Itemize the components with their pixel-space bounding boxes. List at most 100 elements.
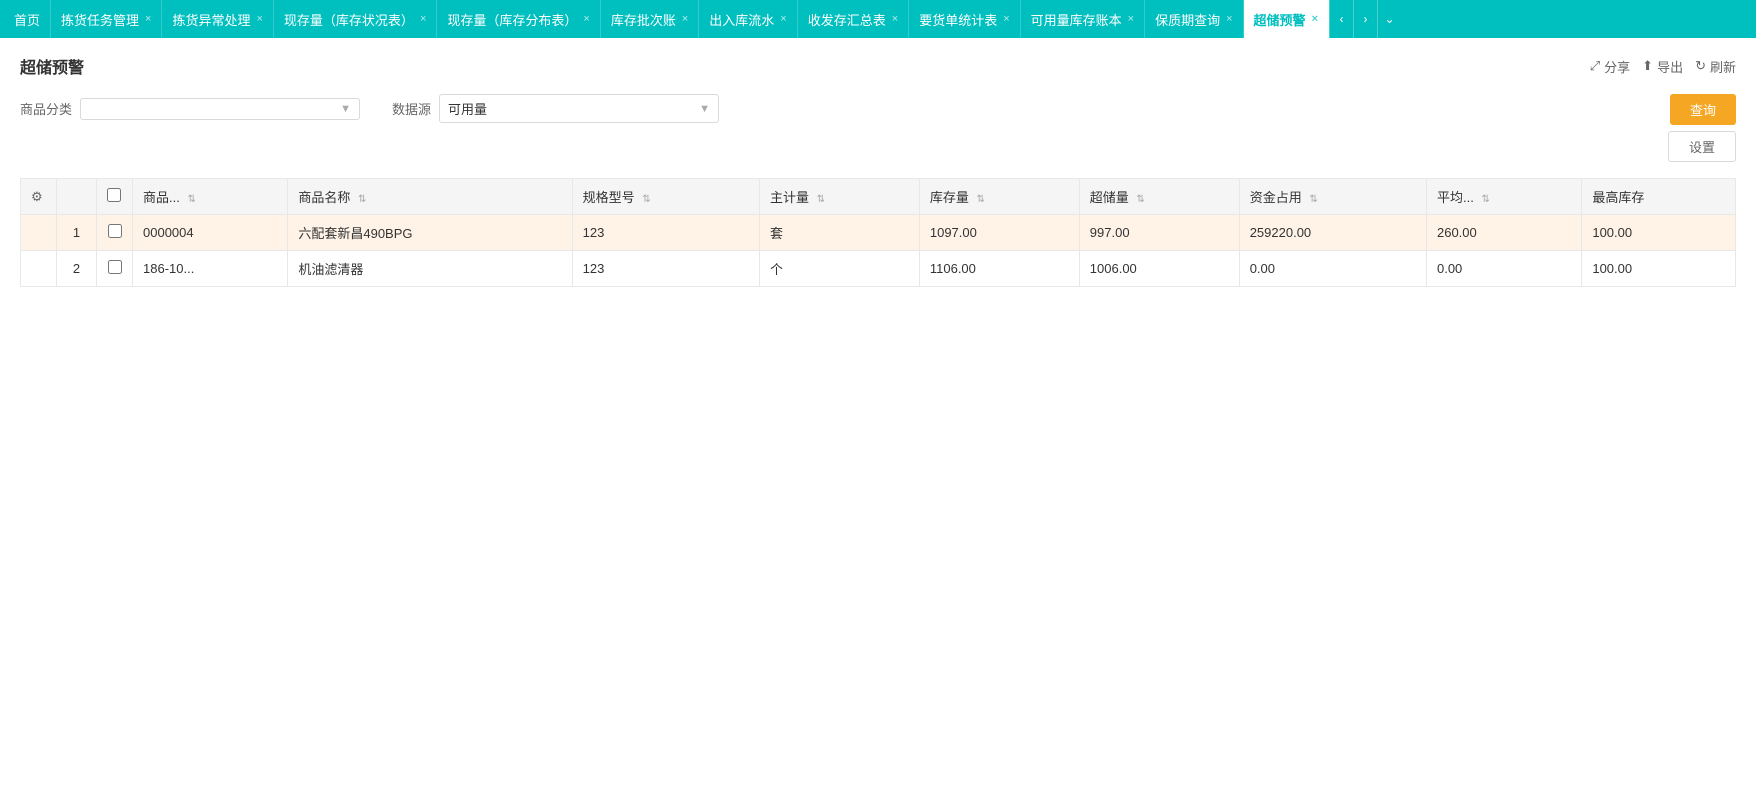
tab-stock-status[interactable]: 现存量（库存状况表） × [274, 0, 437, 38]
product-category-filter: 商品分类 ▼ [20, 98, 360, 120]
row-max-stock-0: 100.00 [1582, 215, 1736, 251]
product-category-label: 商品分类 [20, 99, 72, 118]
col-header-spec[interactable]: 规格型号 ⇅ [572, 179, 759, 215]
row-over-stock-1: 1006.00 [1079, 251, 1239, 287]
data-source-label: 数据源 [392, 99, 431, 118]
row-spec-0: 123 [572, 215, 759, 251]
tab-available-stock[interactable]: 可用量库存账本 × [1021, 0, 1145, 38]
tab-quality-period[interactable]: 保质期查询 × [1145, 0, 1243, 38]
row-seq-1: 2 [57, 251, 97, 287]
row-capital-use-0: 259220.00 [1239, 215, 1426, 251]
col-header-avg[interactable]: 平均... ⇅ [1426, 179, 1581, 215]
refresh-icon: ↻ [1695, 58, 1706, 74]
row-checkbox-1[interactable] [108, 260, 122, 274]
export-icon: ⬆ [1642, 58, 1653, 74]
close-tab-stock-status[interactable]: × [420, 13, 426, 25]
gear-icon[interactable]: ⚙ [31, 189, 43, 204]
tab-in-out-flow[interactable]: 出入库流水 × [699, 0, 797, 38]
close-tab-stock-dist[interactable]: × [583, 13, 589, 25]
top-navigation: 首页 拣货任务管理 × 拣货异常处理 × 现存量（库存状况表） × 现存量（库存… [0, 0, 1756, 38]
row-avg-1: 0.00 [1426, 251, 1581, 287]
close-tab-order-stat[interactable]: × [1003, 13, 1009, 25]
filter-section: 商品分类 ▼ 数据源 可用量 ▼ 查询 设置 [20, 94, 1736, 162]
close-tab-in-out-flow[interactable]: × [780, 13, 786, 25]
tab-collect-summary[interactable]: 收发存汇总表 × [798, 0, 909, 38]
sort-icon-product-code: ⇅ [187, 194, 195, 205]
col-header-unit[interactable]: 主计量 ⇅ [759, 179, 919, 215]
filter-action-buttons: 查询 设置 [1668, 94, 1736, 162]
settings-button[interactable]: 设置 [1668, 131, 1736, 162]
page-content: 超储预警 ⤢ 分享 ⬆ 导出 ↻ 刷新 商品分类 ▼ [0, 38, 1756, 800]
col-header-capital-use[interactable]: 资金占用 ⇅ [1239, 179, 1426, 215]
refresh-button[interactable]: ↻ 刷新 [1695, 57, 1736, 76]
sort-icon-spec: ⇅ [642, 194, 650, 205]
row-unit-0: 套 [759, 215, 919, 251]
data-source-select[interactable]: 可用量 ▼ [439, 94, 719, 123]
col-header-check [97, 179, 133, 215]
tab-pick-exception[interactable]: 拣货异常处理 × [162, 0, 273, 38]
page-header: 超储预警 ⤢ 分享 ⬆ 导出 ↻ 刷新 [20, 54, 1736, 78]
data-table: ⚙ 商品... ⇅ 商品名称 ⇅ 规格型号 ⇅ [20, 178, 1736, 287]
row-stock-0: 1097.00 [919, 215, 1079, 251]
close-tab-collect-summary[interactable]: × [892, 13, 898, 25]
col-header-product-name[interactable]: 商品名称 ⇅ [288, 179, 572, 215]
export-button[interactable]: ⬆ 导出 [1642, 57, 1683, 76]
row-setting-1 [21, 251, 57, 287]
header-actions: ⤢ 分享 ⬆ 导出 ↻ 刷新 [1590, 57, 1736, 76]
table-body: 1 0000004 六配套新昌490BPG 123 套 1097.00 997.… [21, 215, 1736, 287]
col-header-product-code[interactable]: 商品... ⇅ [133, 179, 288, 215]
row-checkbox-0[interactable] [108, 224, 122, 238]
row-check-0 [97, 215, 133, 251]
sort-icon-over-stock: ⇅ [1136, 194, 1144, 205]
col-header-stock[interactable]: 库存量 ⇅ [919, 179, 1079, 215]
data-source-value: 可用量 [448, 99, 487, 118]
close-tab-pick-task[interactable]: × [145, 13, 151, 25]
row-product-code-1: 186-10... [133, 251, 288, 287]
row-spec-1: 123 [572, 251, 759, 287]
tab-batch-account[interactable]: 库存批次账 × [601, 0, 699, 38]
product-category-select[interactable]: ▼ [80, 98, 360, 120]
tab-order-stat[interactable]: 要货单统计表 × [909, 0, 1020, 38]
close-tab-pick-exception[interactable]: × [256, 13, 262, 25]
sort-icon-avg: ⇅ [1481, 194, 1489, 205]
row-product-name-1: 机油滤清器 [288, 251, 572, 287]
nav-arrow-down[interactable]: ⌄ [1377, 0, 1401, 38]
share-button[interactable]: ⤢ 分享 [1590, 57, 1630, 76]
tab-home[interactable]: 首页 [4, 0, 51, 38]
col-header-max-stock[interactable]: 最高库存 [1582, 179, 1736, 215]
table-row: 2 186-10... 机油滤清器 123 个 1106.00 1006.00 … [21, 251, 1736, 287]
row-setting-0 [21, 215, 57, 251]
query-button[interactable]: 查询 [1670, 94, 1736, 125]
col-header-over-stock[interactable]: 超储量 ⇅ [1079, 179, 1239, 215]
close-tab-batch-account[interactable]: × [682, 13, 688, 25]
tab-pick-task[interactable]: 拣货任务管理 × [51, 0, 162, 38]
row-stock-1: 1106.00 [919, 251, 1079, 287]
data-source-chevron: ▼ [699, 103, 710, 115]
sort-icon-product-name: ⇅ [358, 194, 366, 205]
row-max-stock-1: 100.00 [1582, 251, 1736, 287]
nav-arrow-right[interactable]: › [1353, 0, 1377, 38]
row-check-1 [97, 251, 133, 287]
close-tab-overstock-warning[interactable]: × [1312, 13, 1318, 25]
row-over-stock-0: 997.00 [1079, 215, 1239, 251]
tab-stock-dist[interactable]: 现存量（库存分布表） × [437, 0, 600, 38]
filter-inputs: 商品分类 ▼ 数据源 可用量 ▼ [20, 94, 1668, 123]
col-header-seq [57, 179, 97, 215]
row-product-code-0: 0000004 [133, 215, 288, 251]
close-tab-available-stock[interactable]: × [1128, 13, 1134, 25]
row-product-name-0: 六配套新昌490BPG [288, 215, 572, 251]
table-row: 1 0000004 六配套新昌490BPG 123 套 1097.00 997.… [21, 215, 1736, 251]
data-source-filter: 数据源 可用量 ▼ [392, 94, 719, 123]
row-unit-1: 个 [759, 251, 919, 287]
select-all-checkbox[interactable] [107, 188, 121, 202]
row-capital-use-1: 0.00 [1239, 251, 1426, 287]
page-title: 超储预警 [20, 54, 84, 78]
share-icon: ⤢ [1590, 58, 1600, 74]
sort-icon-unit: ⇅ [817, 194, 825, 205]
row-avg-0: 260.00 [1426, 215, 1581, 251]
tab-overstock-warning[interactable]: 超储预警 × [1244, 0, 1329, 38]
sort-icon-stock: ⇅ [977, 194, 985, 205]
nav-arrow-left[interactable]: ‹ [1329, 0, 1353, 38]
close-tab-quality-period[interactable]: × [1226, 13, 1232, 25]
table-header-row: ⚙ 商品... ⇅ 商品名称 ⇅ 规格型号 ⇅ [21, 179, 1736, 215]
